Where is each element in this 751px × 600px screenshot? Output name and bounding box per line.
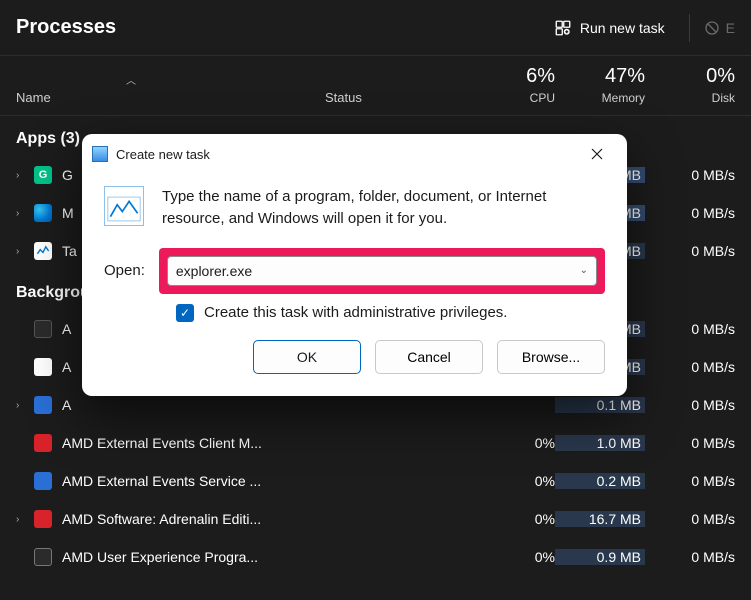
column-name[interactable]: ︿ Name	[16, 90, 325, 105]
app-icon	[34, 320, 52, 338]
expand-chevron-icon[interactable]: ›	[16, 208, 34, 219]
expand-chevron-icon[interactable]: ›	[16, 400, 34, 411]
page-title: Processes	[16, 16, 544, 39]
dialog-titlebar[interactable]: Create new task	[82, 134, 627, 174]
column-disk[interactable]: 0% Disk	[645, 65, 735, 105]
expand-chevron-icon[interactable]: ›	[16, 514, 34, 525]
ok-button[interactable]: OK	[253, 340, 361, 374]
process-disk: 0 MB/s	[645, 167, 735, 183]
run-task-icon	[554, 19, 572, 37]
column-header-row: ︿ Name Status 6% CPU 47% Memory 0% Disk	[0, 56, 751, 116]
chevron-down-icon[interactable]: ⌄	[580, 265, 588, 276]
app-icon	[34, 510, 52, 528]
run-dialog-icon	[104, 186, 144, 226]
app-icon: G	[34, 166, 52, 184]
browse-button[interactable]: Browse...	[497, 340, 605, 374]
open-combobox[interactable]: explorer.exe ⌄	[167, 256, 597, 286]
create-new-task-dialog: Create new task Type the name of a progr…	[82, 134, 627, 396]
table-row[interactable]: AMD External Events Service ... 0% 0.2 M…	[0, 462, 751, 500]
app-icon	[34, 472, 52, 490]
table-row[interactable]: AMD User Experience Progra... 0% 0.9 MB …	[0, 538, 751, 576]
toolbar: Processes Run new task E	[0, 0, 751, 56]
admin-checkbox[interactable]: ✓	[176, 304, 194, 322]
column-status[interactable]: Status	[325, 90, 465, 105]
column-cpu[interactable]: 6% CPU	[465, 65, 555, 105]
close-button[interactable]	[577, 138, 617, 170]
expand-chevron-icon[interactable]: ›	[16, 246, 34, 257]
end-task-icon	[704, 20, 720, 36]
dialog-description: Type the name of a program, folder, docu…	[162, 186, 605, 230]
run-new-task-button[interactable]: Run new task	[544, 13, 675, 43]
app-icon	[34, 358, 52, 376]
run-new-task-label: Run new task	[580, 20, 665, 36]
dialog-title: Create new task	[116, 147, 577, 162]
expand-chevron-icon[interactable]: ›	[16, 170, 34, 181]
app-icon	[34, 396, 52, 414]
admin-checkbox-label: Create this task with administrative pri…	[204, 304, 507, 321]
close-icon	[591, 148, 603, 160]
app-icon	[34, 242, 52, 260]
table-row[interactable]: › AMD Software: Adrenalin Editi... 0% 16…	[0, 500, 751, 538]
sort-caret-icon: ︿	[126, 72, 136, 87]
open-value: explorer.exe	[176, 263, 252, 279]
app-icon	[34, 434, 52, 452]
toolbar-divider	[689, 14, 690, 42]
app-icon	[34, 548, 52, 566]
end-task-label-fragment: E	[726, 20, 735, 36]
cancel-button[interactable]: Cancel	[375, 340, 483, 374]
open-field-highlight: explorer.exe ⌄	[159, 248, 605, 294]
app-icon	[34, 204, 52, 222]
end-task-button[interactable]: E	[704, 20, 735, 36]
dialog-icon	[92, 146, 108, 162]
open-label: Open:	[104, 262, 145, 279]
column-memory[interactable]: 47% Memory	[555, 65, 645, 105]
table-row[interactable]: AMD External Events Client M... 0% 1.0 M…	[0, 424, 751, 462]
